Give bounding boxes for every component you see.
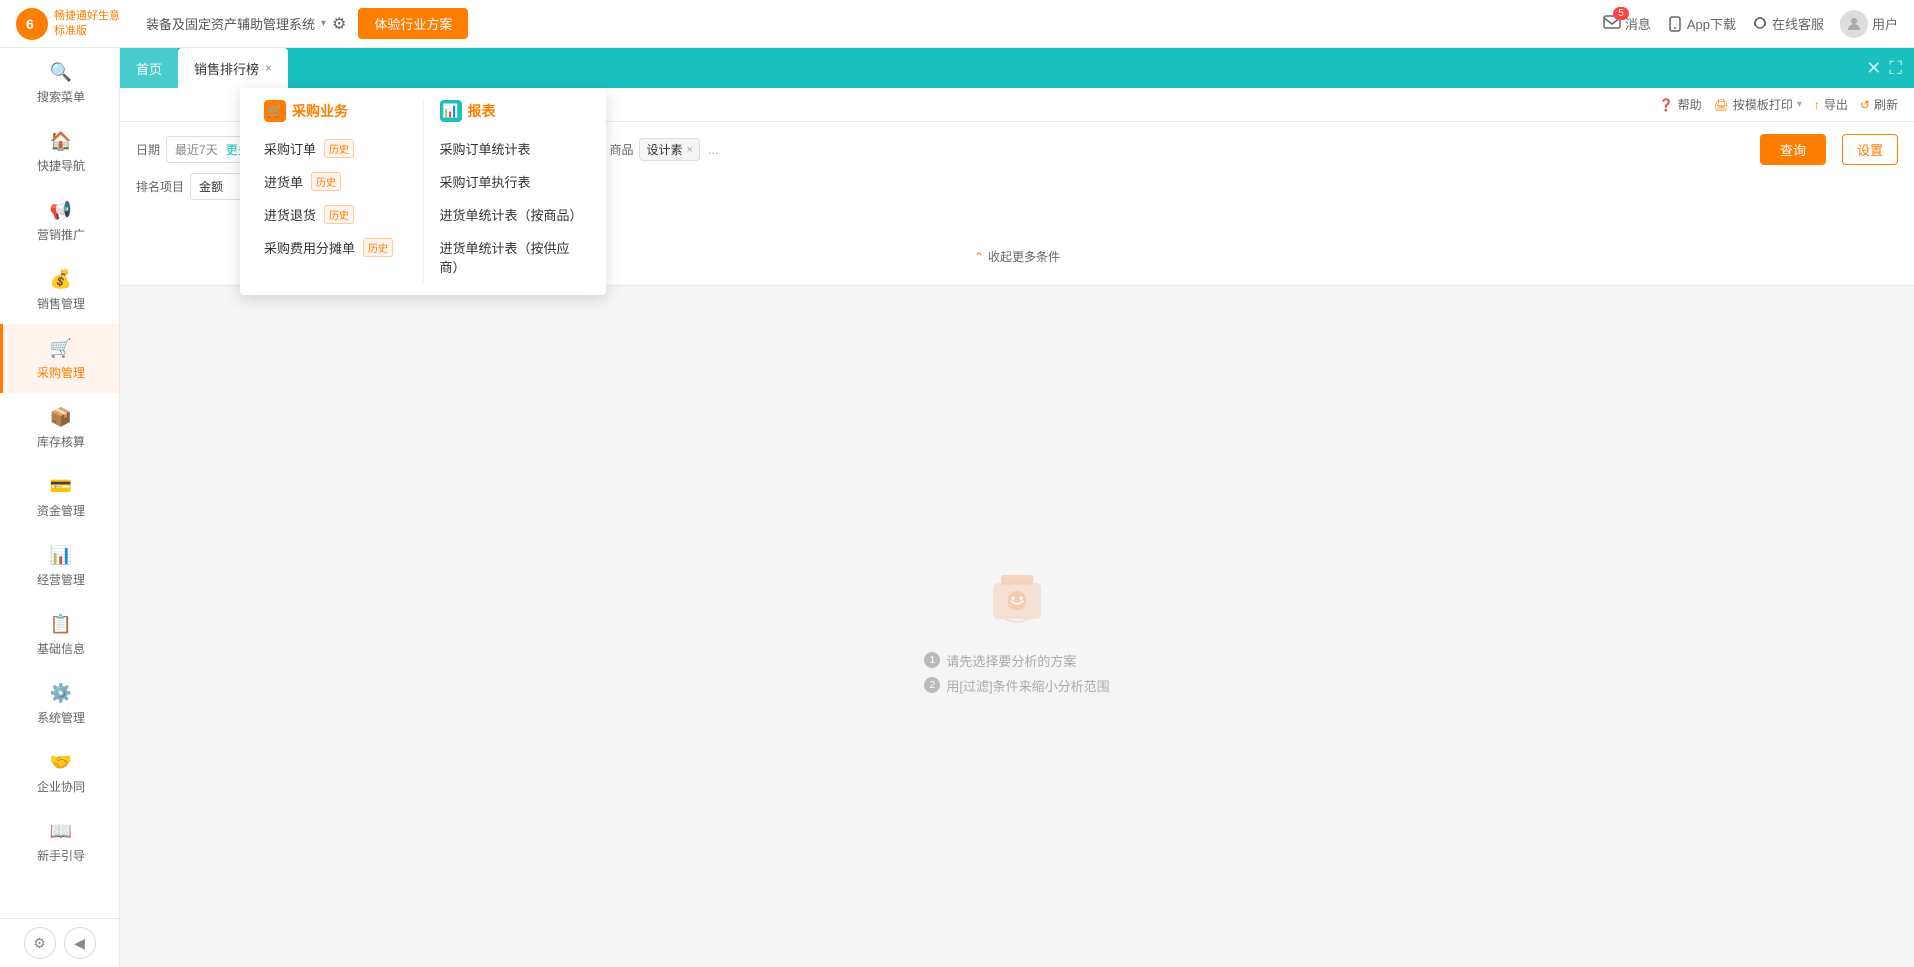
tab-sales-ranking[interactable]: 销售排行榜 × bbox=[178, 48, 288, 88]
report-header-icon: 📊 bbox=[440, 100, 462, 122]
logo-text: 畅捷通好生意 标准版 bbox=[54, 9, 120, 38]
query-btn[interactable]: 查询 bbox=[1760, 134, 1826, 165]
tab-close-window-icon[interactable]: ✕ bbox=[1866, 58, 1881, 79]
inventory-icon: 📦 bbox=[49, 405, 73, 429]
logo: 6 畅捷通好生意 标准版 bbox=[16, 8, 136, 40]
tab-close-icon[interactable]: × bbox=[265, 61, 272, 75]
sidebar-item-purchase[interactable]: 🛒 采购管理 bbox=[0, 324, 119, 393]
home-icon: 🏠 bbox=[49, 129, 73, 153]
sidebar-item-operations[interactable]: 📊 经营管理 bbox=[0, 531, 119, 600]
sidebar-item-quicknav[interactable]: 🏠 快捷导航 bbox=[0, 117, 119, 186]
dropdown-report-header: 📊 报表 bbox=[432, 100, 591, 122]
sidebar-item-system[interactable]: ⚙️ 系统管理 bbox=[0, 669, 119, 738]
top-nav-actions: 5 消息 App下载 在线客服 bbox=[1603, 10, 1898, 38]
refresh-icon: ↺ bbox=[1860, 98, 1870, 112]
system-icon: ⚙️ bbox=[49, 681, 73, 705]
sidebar-item-inventory[interactable]: 📦 库存核算 bbox=[0, 393, 119, 462]
empty-illustration bbox=[977, 559, 1057, 639]
dropdown-item-purchase-return[interactable]: 进货退货 历史 bbox=[256, 198, 415, 231]
help-icon: ❓ bbox=[1659, 98, 1674, 112]
sidebar-item-enterprise[interactable]: 🤝 企业协同 bbox=[0, 738, 119, 807]
app-download-action[interactable]: App下载 bbox=[1667, 14, 1736, 33]
tab-fullscreen-icon[interactable]: ⛶ bbox=[1889, 58, 1902, 79]
sidebar-item-search[interactable]: 🔍 搜索菜单 bbox=[0, 48, 119, 117]
content-area: 首页 销售排行榜 × ✕ ⛶ ❓ 帮助 🖨 按模板打印 ▾ ↑ bbox=[120, 48, 1914, 967]
purchase-icon: 🛒 bbox=[49, 336, 73, 360]
sidebar-item-sales[interactable]: 💰 销售管理 bbox=[0, 255, 119, 324]
empty-hints: 1 请先选择要分析的方案 2 用[过滤]条件来缩小分析范围 bbox=[924, 651, 1109, 695]
user-avatar bbox=[1840, 10, 1868, 38]
goods-dots[interactable]: ... bbox=[708, 142, 719, 157]
dropdown-item-purchase-order[interactable]: 采购订单 历史 bbox=[256, 132, 415, 165]
empty-hint-1: 1 请先选择要分析的方案 bbox=[924, 651, 1109, 670]
setting-btn[interactable]: 设置 bbox=[1842, 134, 1898, 165]
sidebar-bottom: ⚙ ◀ bbox=[0, 918, 119, 967]
sidebar-settings-btn[interactable]: ⚙ bbox=[24, 927, 56, 959]
search-icon: 🔍 bbox=[49, 60, 73, 84]
filter-date-label: 日期 bbox=[136, 141, 160, 158]
finance-icon: 💳 bbox=[49, 474, 73, 498]
logo-icon: 6 bbox=[16, 8, 48, 40]
newbie-icon: 📖 bbox=[49, 819, 73, 843]
basicinfo-icon: 📋 bbox=[49, 612, 73, 636]
dropdown-purchase-col: 🛒 采购业务 采购订单 历史 进货单 历史 进货退货 历史 bbox=[256, 100, 415, 283]
purchase-dropdown-menu: 🛒 采购业务 采购订单 历史 进货单 历史 进货退货 历史 bbox=[240, 88, 606, 295]
dropdown-divider bbox=[423, 100, 424, 283]
tab-expand-area: ✕ ⛶ bbox=[1854, 58, 1914, 79]
user-action[interactable]: 用户 bbox=[1840, 10, 1898, 38]
goods-tag-close-icon[interactable]: × bbox=[686, 144, 692, 156]
dropdown-purchase-header: 🛒 采购业务 bbox=[256, 100, 415, 122]
print-icon: 🖨 bbox=[1714, 98, 1729, 112]
sidebar-item-newbie[interactable]: 📖 新手引导 bbox=[0, 807, 119, 876]
dropdown-columns: 🛒 采购业务 采购订单 历史 进货单 历史 进货退货 历史 bbox=[240, 100, 606, 283]
goods-tag: 设计素 × bbox=[639, 138, 699, 161]
date-range-text: 最近7天 bbox=[175, 141, 218, 158]
print-chevron-icon: ▾ bbox=[1797, 99, 1802, 110]
print-action[interactable]: 🖨 按模板打印 ▾ bbox=[1714, 96, 1802, 113]
phone-icon bbox=[1667, 16, 1683, 32]
enterprise-icon: 🤝 bbox=[49, 750, 73, 774]
export-icon: ↑ bbox=[1814, 98, 1820, 112]
operations-icon: 📊 bbox=[49, 543, 73, 567]
system-title: 装备及固定资产辅助管理系统 bbox=[146, 14, 315, 33]
tab-home[interactable]: 首页 bbox=[120, 48, 178, 88]
sidebar-item-finance[interactable]: 💳 资金管理 bbox=[0, 462, 119, 531]
sidebar: 🔍 搜索菜单 🏠 快捷导航 📢 营销推广 💰 销售管理 🛒 采购管理 📦 库存核… bbox=[0, 48, 120, 967]
headset-icon bbox=[1752, 16, 1768, 32]
dropdown-item-receipt-stat-goods[interactable]: 进货单统计表（按商品） bbox=[432, 198, 591, 231]
empty-state: 1 请先选择要分析的方案 2 用[过滤]条件来缩小分析范围 bbox=[120, 286, 1914, 967]
help-action[interactable]: ❓ 帮助 bbox=[1659, 96, 1702, 113]
industry-btn[interactable]: 体验行业方案 bbox=[358, 8, 468, 39]
settings-icon[interactable]: ⚙ bbox=[332, 14, 346, 34]
main-layout: 🔍 搜索菜单 🏠 快捷导航 📢 营销推广 💰 销售管理 🛒 采购管理 📦 库存核… bbox=[0, 48, 1914, 967]
dropdown-report-col: 📊 报表 采购订单统计表 采购订单执行表 进货单统计表（按商品） 进货单统计表（… bbox=[432, 100, 591, 283]
marketing-icon: 📢 bbox=[49, 198, 73, 222]
dropdown-item-purchase-order-stat[interactable]: 采购订单统计表 bbox=[432, 132, 591, 165]
dropdown-item-purchase-order-exec[interactable]: 采购订单执行表 bbox=[432, 165, 591, 198]
online-service-action[interactable]: 在线客服 bbox=[1752, 14, 1824, 33]
sidebar-item-marketing[interactable]: 📢 营销推广 bbox=[0, 186, 119, 255]
system-title-dropdown-icon[interactable]: ▾ bbox=[321, 18, 326, 29]
dropdown-item-purchase-expense[interactable]: 采购费用分摊单 历史 bbox=[256, 231, 415, 264]
svg-text:6: 6 bbox=[26, 16, 34, 32]
filter-goods-label: 商品 bbox=[609, 141, 633, 158]
export-action[interactable]: ↑ 导出 bbox=[1814, 96, 1848, 113]
sales-icon: 💰 bbox=[49, 267, 73, 291]
dropdown-item-receipt-stat-supplier[interactable]: 进货单统计表（按供应商） bbox=[432, 231, 591, 283]
sidebar-collapse-btn[interactable]: ◀ bbox=[64, 927, 96, 959]
system-title-area: 装备及固定资产辅助管理系统 ▾ ⚙ 体验行业方案 bbox=[146, 8, 1603, 39]
collapse-chevron-icon: ⌃ bbox=[974, 250, 984, 264]
message-action[interactable]: 5 消息 bbox=[1603, 13, 1651, 34]
empty-hint-2: 2 用[过滤]条件来缩小分析范围 bbox=[924, 676, 1109, 695]
dropdown-item-purchase-receipt[interactable]: 进货单 历史 bbox=[256, 165, 415, 198]
tab-bar: 首页 销售排行榜 × ✕ ⛶ bbox=[120, 48, 1914, 88]
filter-rank-label: 排名项目 bbox=[136, 178, 184, 195]
refresh-action[interactable]: ↺ 刷新 bbox=[1860, 96, 1898, 113]
top-nav: 6 畅捷通好生意 标准版 装备及固定资产辅助管理系统 ▾ ⚙ 体验行业方案 5 … bbox=[0, 0, 1914, 48]
purchase-header-icon: 🛒 bbox=[264, 100, 286, 122]
sidebar-item-basicinfo[interactable]: 📋 基础信息 bbox=[0, 600, 119, 669]
filter-goods: 商品 设计素 × ... bbox=[609, 138, 718, 161]
